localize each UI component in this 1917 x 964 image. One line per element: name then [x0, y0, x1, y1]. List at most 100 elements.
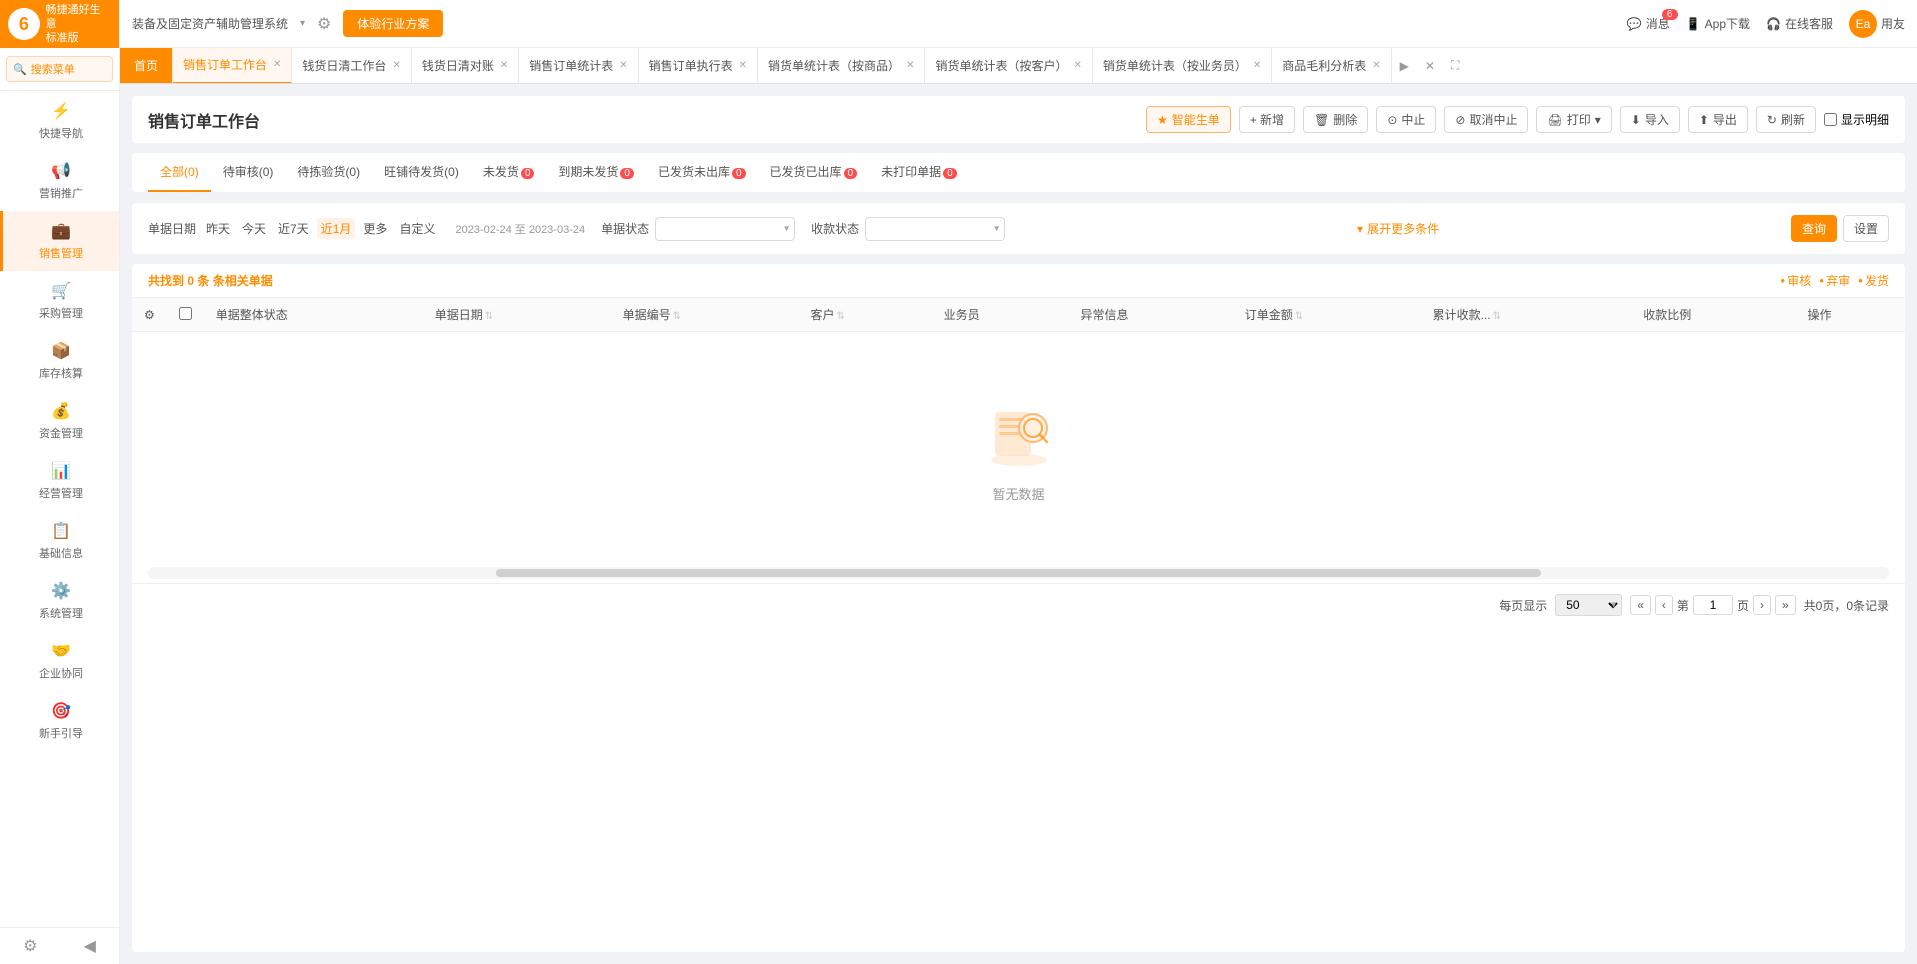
- sidebar-item-marketing[interactable]: 📢 营销推广: [0, 151, 119, 211]
- filter-tab-not-shipped[interactable]: 未发货0: [471, 153, 547, 192]
- tab-sales-stat-staff[interactable]: 销货单统计表（按业务员） ✕: [1093, 48, 1272, 84]
- close-tab-product-margin-icon[interactable]: ✕: [1372, 60, 1380, 71]
- sidebar-item-finance[interactable]: 💰 资金管理: [0, 391, 119, 451]
- date-option-more[interactable]: 更多: [359, 218, 391, 239]
- col-received[interactable]: 累计收款...⇅: [1421, 298, 1632, 332]
- filter-tab-not-printed[interactable]: 未打印单据0: [869, 153, 969, 192]
- status-select[interactable]: [655, 217, 795, 241]
- app-download-button[interactable]: 📱 App下载: [1686, 15, 1750, 32]
- close-tab-cash-daily-icon[interactable]: ✕: [392, 60, 400, 71]
- tab-sales-stat-customer[interactable]: 销货单统计表（按客户） ✕: [925, 48, 1092, 84]
- tab-fullscreen-button[interactable]: ⛶: [1443, 58, 1467, 73]
- industry-btn[interactable]: 体验行业方案: [343, 10, 443, 37]
- sidebar-item-operations[interactable]: 📊 经营管理: [0, 451, 119, 511]
- expand-conditions-button[interactable]: ▾ 展开更多条件: [1357, 220, 1439, 237]
- query-button[interactable]: 查询: [1791, 215, 1837, 242]
- horizontal-scrollbar[interactable]: [148, 567, 1889, 579]
- sidebar-item-purchase[interactable]: 🛒 采购管理: [0, 271, 119, 331]
- scrollbar-thumb[interactable]: [496, 569, 1541, 577]
- payment-field: 收款状态: [811, 217, 1005, 241]
- sidebar-item-quick-nav[interactable]: ⚡ 快捷导航: [0, 91, 119, 151]
- page-size-select[interactable]: 50 100: [1555, 594, 1622, 616]
- system-dropdown-icon[interactable]: ▾: [300, 18, 305, 29]
- topbar-actions: 💬 消息 6 📱 App下载 🎧 在线客服 Ea 用友: [1627, 10, 1905, 38]
- setting-button[interactable]: 设置: [1843, 215, 1889, 242]
- tab-sales-workbench[interactable]: 销售订单工作台 ✕: [173, 48, 292, 84]
- message-button[interactable]: 💬 消息 6: [1627, 15, 1670, 32]
- close-tab-sales-stat-customer-icon[interactable]: ✕: [1073, 60, 1081, 71]
- filter-tab-expired-not-shipped[interactable]: 到期未发货0: [546, 153, 646, 192]
- tab-product-margin[interactable]: 商品毛利分析表 ✕: [1272, 48, 1391, 84]
- sidebar-item-inventory[interactable]: 📦 库存核算: [0, 331, 119, 391]
- review-action-button[interactable]: 审核: [1780, 272, 1811, 289]
- date-option-7days[interactable]: 近7天: [274, 218, 313, 239]
- cancel-suspend-button[interactable]: ⊘ 取消中止: [1444, 106, 1528, 133]
- ship-action-button[interactable]: 发货: [1858, 272, 1889, 289]
- show-detail-checkbox[interactable]: 显示明细: [1824, 111, 1889, 128]
- collapse-sidebar-button[interactable]: ◀: [84, 936, 96, 956]
- search-actions: 查询 设置: [1791, 215, 1889, 242]
- last-page-button[interactable]: »: [1775, 595, 1796, 615]
- tab-cash-daily[interactable]: 钱货日清工作台 ✕: [292, 48, 411, 84]
- sort-date-icon: ⇅: [485, 311, 493, 322]
- close-tab-sales-stat-product-icon[interactable]: ✕: [906, 60, 914, 71]
- tab-scroll-right-button[interactable]: ▶: [1392, 59, 1417, 73]
- print-button[interactable]: 🖨 打印 ▾: [1536, 106, 1611, 133]
- delete-button[interactable]: 🗑 删除: [1303, 106, 1368, 133]
- import-button[interactable]: ⬇ 导入: [1620, 106, 1680, 133]
- col-number[interactable]: 单据编号⇅: [611, 298, 799, 332]
- filter-tab-shipped-out[interactable]: 已发货已出库0: [758, 153, 870, 192]
- print-icon: 🖨: [1547, 113, 1562, 127]
- close-tab-sales-stat-staff-icon[interactable]: ✕: [1253, 60, 1261, 71]
- refresh-button[interactable]: ↻ 刷新: [1756, 106, 1816, 133]
- sidebar-item-guide[interactable]: 🎯 新手引导: [0, 691, 119, 751]
- gear-icon[interactable]: ⚙: [317, 14, 331, 34]
- col-customer[interactable]: 客户⇅: [798, 298, 931, 332]
- close-tab-cash-reconcile-icon[interactable]: ✕: [500, 60, 508, 71]
- date-option-today[interactable]: 今天: [238, 218, 270, 239]
- suspend-button[interactable]: ⊙ 中止: [1376, 106, 1436, 133]
- next-page-button[interactable]: ›: [1753, 595, 1771, 615]
- sidebar-item-basic-info[interactable]: 📋 基础信息: [0, 511, 119, 571]
- tab-sales-exec[interactable]: 销售订单执行表 ✕: [639, 48, 758, 84]
- user-area[interactable]: Ea 用友: [1849, 10, 1905, 38]
- suspend-icon: ⊙: [1387, 113, 1397, 127]
- filter-tab-all[interactable]: 全部(0): [148, 153, 211, 192]
- sidebar-item-enterprise[interactable]: 🤝 企业协同: [0, 631, 119, 691]
- close-tab-sales-workbench-icon[interactable]: ✕: [273, 59, 281, 70]
- prev-page-button[interactable]: ‹: [1655, 595, 1673, 615]
- col-settings[interactable]: ⚙: [132, 298, 167, 332]
- page-unit: 页: [1737, 597, 1749, 614]
- date-option-yesterday[interactable]: 昨天: [202, 218, 234, 239]
- filter-tab-pending-review[interactable]: 待审核(0): [211, 153, 286, 192]
- select-all-checkbox[interactable]: [179, 307, 192, 320]
- sidebar-item-sales[interactable]: 💼 销售管理: [0, 211, 119, 271]
- tab-cash-reconcile[interactable]: 钱货日清对账 ✕: [412, 48, 519, 84]
- cancel-review-action-button[interactable]: 弃审: [1819, 272, 1850, 289]
- close-tab-sales-stat-icon[interactable]: ✕: [619, 60, 627, 71]
- col-date[interactable]: 单据日期⇅: [423, 298, 611, 332]
- page-input[interactable]: [1693, 595, 1733, 615]
- tab-sales-stat[interactable]: 销售订单统计表 ✕: [519, 48, 638, 84]
- show-detail-input[interactable]: [1824, 113, 1837, 126]
- export-button[interactable]: ⬆ 导出: [1688, 106, 1748, 133]
- payment-select[interactable]: [865, 217, 1005, 241]
- settings-bottom-button[interactable]: ⚙: [23, 936, 37, 956]
- close-tab-sales-exec-icon[interactable]: ✕: [739, 60, 747, 71]
- tab-sales-stat-product[interactable]: 销货单统计表（按商品） ✕: [758, 48, 925, 84]
- filter-tab-wangpu-ship[interactable]: 旺铺待发货(0): [372, 153, 471, 192]
- date-option-1month[interactable]: 近1月: [317, 218, 356, 239]
- first-page-button[interactable]: «: [1630, 595, 1651, 615]
- smart-create-button[interactable]: ★ 智能生单: [1146, 106, 1231, 133]
- filter-tab-shipped-not-out[interactable]: 已发货未出库0: [646, 153, 758, 192]
- date-option-custom[interactable]: 自定义: [395, 218, 439, 239]
- search-menu-button[interactable]: 🔍 搜索菜单: [6, 56, 113, 82]
- online-service-button[interactable]: 🎧 在线客服: [1766, 15, 1833, 32]
- filter-tab-pending-inspection[interactable]: 待拣验货(0): [285, 153, 372, 192]
- message-icon: 💬: [1627, 17, 1642, 31]
- col-amount[interactable]: 订单金额⇅: [1233, 298, 1421, 332]
- sidebar-item-system[interactable]: ⚙️ 系统管理: [0, 571, 119, 631]
- add-button[interactable]: + 新增: [1239, 106, 1295, 133]
- tab-home[interactable]: 首页: [120, 48, 173, 84]
- tab-close-all-button[interactable]: ✕: [1417, 59, 1443, 73]
